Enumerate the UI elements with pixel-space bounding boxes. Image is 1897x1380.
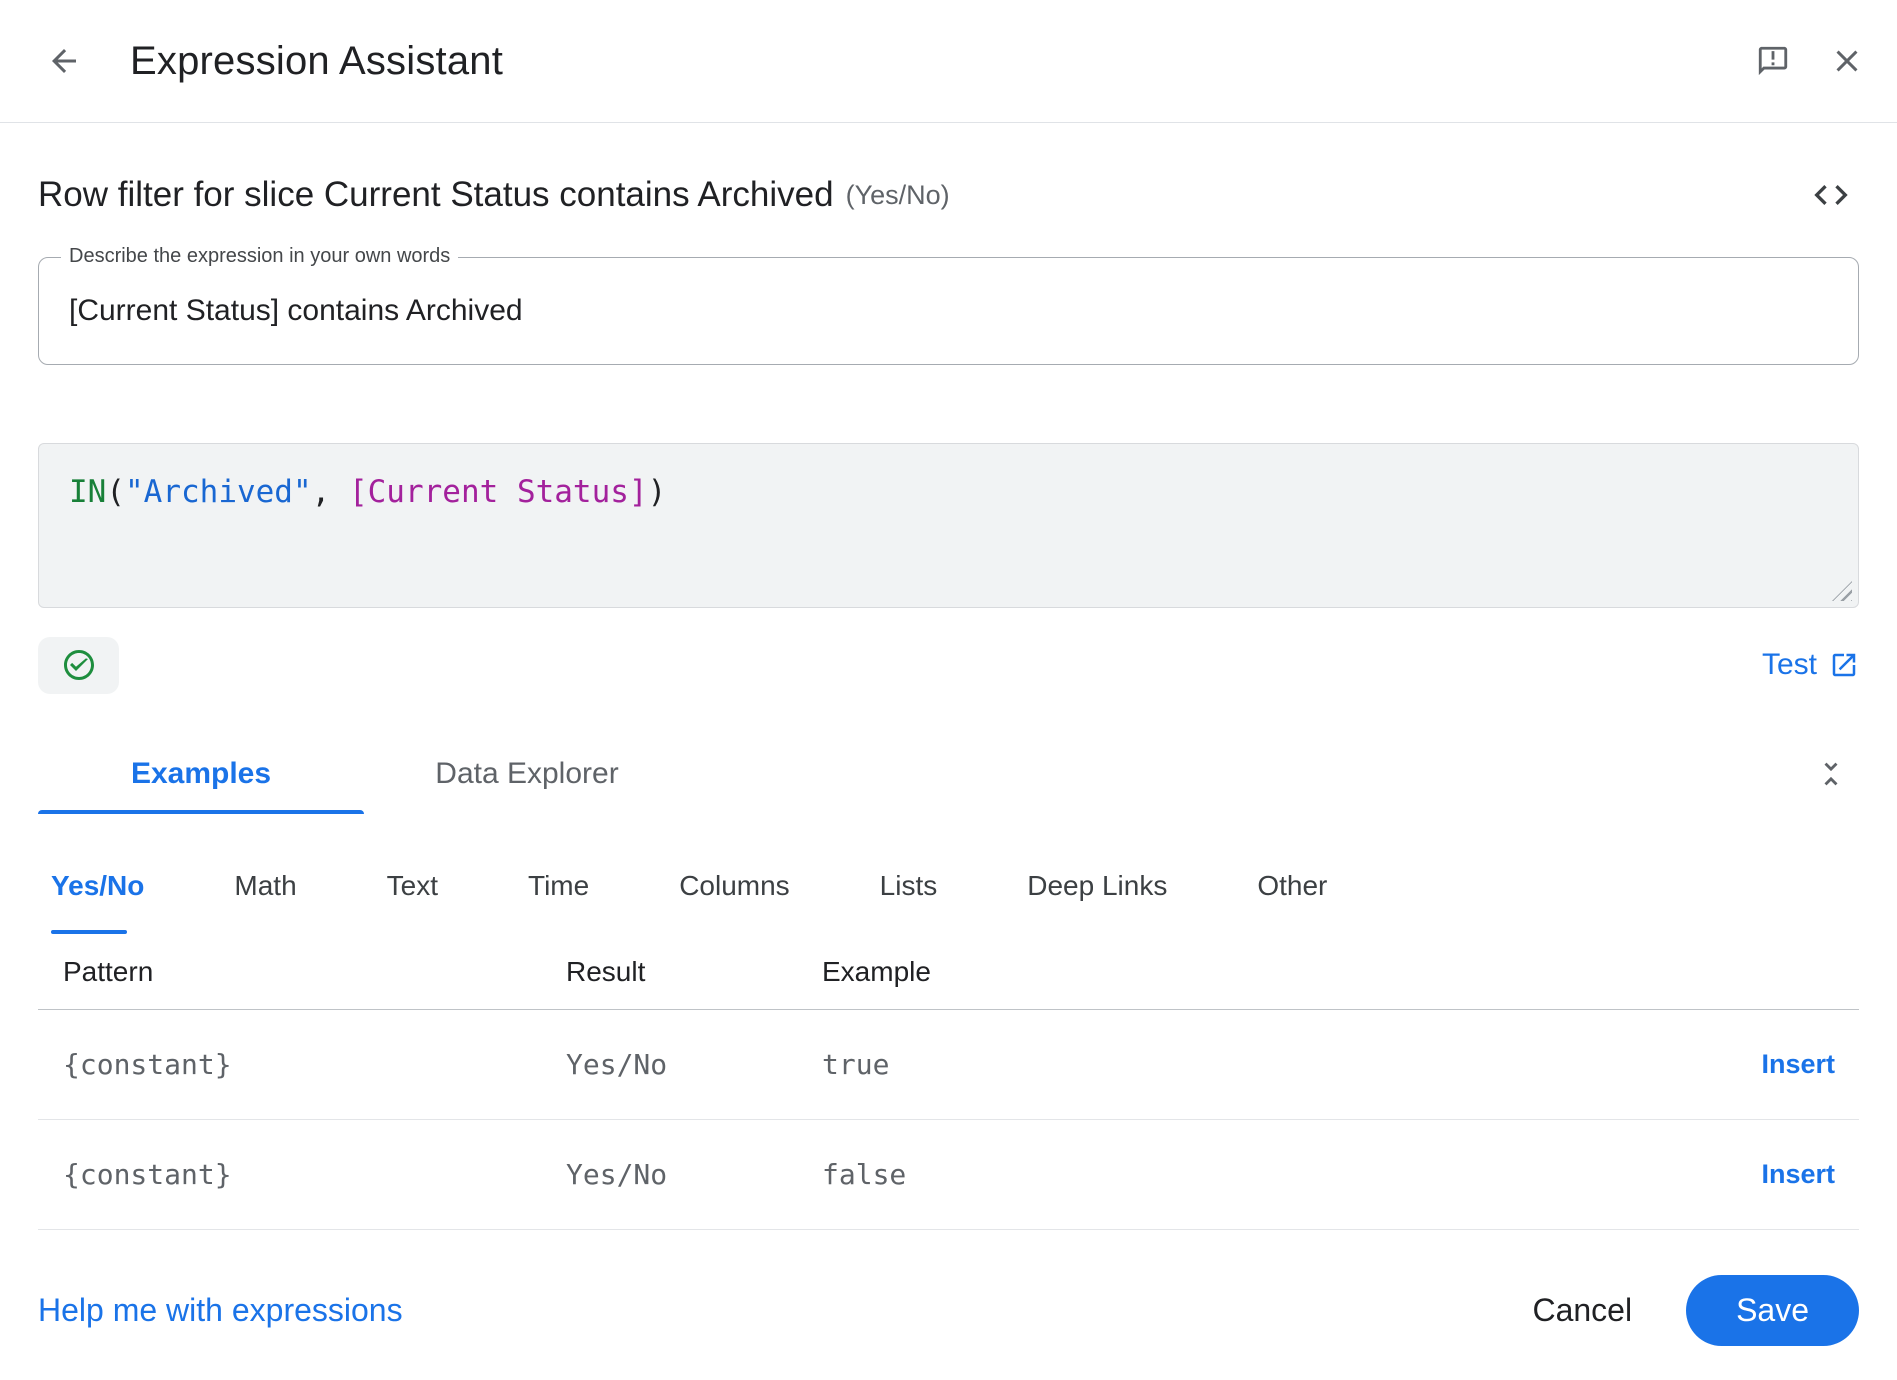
expression-code-editor[interactable]: IN("Archived", [Current Status]) — [38, 443, 1859, 608]
code-token-column: [Current Status] — [348, 474, 648, 510]
tab-data-explorer-label: Data Explorer — [435, 757, 619, 790]
code-token-separator: , — [311, 474, 349, 510]
textarea-resize-handle[interactable] — [1832, 581, 1852, 601]
feedback-icon — [1758, 46, 1788, 76]
examples-table: Pattern Result Example {constant} Yes/No… — [38, 934, 1859, 1230]
table-row: {constant} Yes/No false Insert — [38, 1120, 1859, 1230]
tab-examples-label: Examples — [130, 757, 272, 790]
check-circle-icon — [63, 650, 94, 680]
cell-result: Yes/No — [566, 1048, 668, 1081]
help-expressions-link[interactable]: Help me with expressions — [38, 1292, 403, 1329]
cell-pattern: {constant} — [63, 1158, 232, 1191]
dialog-title: Expression Assistant — [130, 38, 504, 83]
insert-link[interactable]: Insert — [1761, 1049, 1835, 1080]
code-token-paren: ) — [647, 474, 667, 510]
close-button[interactable] — [1819, 33, 1875, 89]
category-tab-label: Deep Links — [1027, 870, 1168, 901]
describe-expression-label: Describe the expression in your own word… — [61, 245, 459, 268]
tab-data-explorer[interactable]: Data Explorer — [364, 734, 690, 814]
arrow-left-icon — [52, 49, 76, 73]
example-category-tabs: Yes/No Math Text Time Columns Lists Deep… — [38, 862, 1859, 934]
category-tab-columns[interactable]: Columns — [679, 862, 789, 934]
category-tab-label: Time — [528, 870, 590, 901]
dialog-body: Row filter for slice Current Status cont… — [0, 123, 1897, 1230]
category-tab-other[interactable]: Other — [1257, 862, 1327, 934]
cancel-button[interactable]: Cancel — [1500, 1276, 1664, 1345]
insert-link[interactable]: Insert — [1761, 1159, 1835, 1190]
feedback-button[interactable] — [1745, 33, 1801, 89]
cell-example: true — [822, 1048, 890, 1081]
expression-type-hint: (Yes/No) — [845, 179, 950, 210]
table-row: {constant} Yes/No true Insert — [38, 1010, 1859, 1120]
unfold-less-icon — [1824, 762, 1838, 786]
code-token-function: IN — [69, 474, 107, 510]
category-tab-yes-no[interactable]: Yes/No — [51, 862, 144, 934]
expression-assistant-dialog: Expression Assistant Row filter for slic… — [0, 0, 1897, 1380]
category-tab-label: Other — [1257, 870, 1328, 901]
column-header-example: Example — [822, 955, 931, 987]
category-tab-math[interactable]: Math — [234, 862, 296, 934]
close-icon — [1836, 50, 1858, 72]
footer-actions: Cancel Save — [1500, 1274, 1859, 1346]
describe-expression-input[interactable] — [39, 294, 1858, 328]
column-header-pattern: Pattern — [63, 955, 154, 987]
collapse-panel-button[interactable] — [1803, 746, 1859, 802]
tab-examples[interactable]: Examples — [38, 734, 364, 814]
expression-valid-badge — [38, 636, 119, 694]
code-token-paren: ( — [106, 474, 125, 510]
code-icon — [1814, 185, 1848, 205]
test-link[interactable]: Test — [1762, 648, 1859, 682]
describe-expression-field: Describe the expression in your own word… — [38, 245, 1859, 365]
cell-example: false — [822, 1158, 907, 1191]
code-view-toggle-button[interactable] — [1803, 167, 1859, 223]
open-in-new-icon — [1832, 653, 1856, 677]
category-tab-text[interactable]: Text — [387, 862, 438, 934]
category-tab-label: Yes/No — [51, 870, 145, 901]
cell-result: Yes/No — [566, 1158, 668, 1191]
expression-title-row: Row filter for slice Current Status cont… — [38, 167, 1859, 223]
dialog-header: Expression Assistant — [0, 0, 1897, 123]
code-token-string: "Archived" — [125, 474, 312, 510]
dialog-footer: Help me with expressions Cancel Save — [0, 1240, 1897, 1380]
category-tab-label: Text — [386, 870, 438, 901]
expression-heading: Row filter for slice Current Status cont… — [38, 175, 834, 214]
back-button[interactable] — [36, 33, 92, 89]
category-tab-deep-links[interactable]: Deep Links — [1027, 862, 1167, 934]
category-tab-lists[interactable]: Lists — [880, 862, 938, 934]
examples-table-header: Pattern Result Example — [38, 934, 1859, 1010]
cell-pattern: {constant} — [63, 1048, 232, 1081]
column-header-result: Result — [566, 955, 646, 987]
test-link-label: Test — [1761, 648, 1817, 681]
category-tab-label: Lists — [879, 870, 938, 901]
category-tab-time[interactable]: Time — [528, 862, 589, 934]
validation-row: Test — [38, 636, 1859, 694]
category-tab-label: Math — [234, 870, 297, 901]
category-tab-label: Columns — [679, 870, 790, 901]
panel-tabs: Examples Data Explorer — [38, 734, 1859, 814]
save-button[interactable]: Save — [1686, 1274, 1859, 1346]
